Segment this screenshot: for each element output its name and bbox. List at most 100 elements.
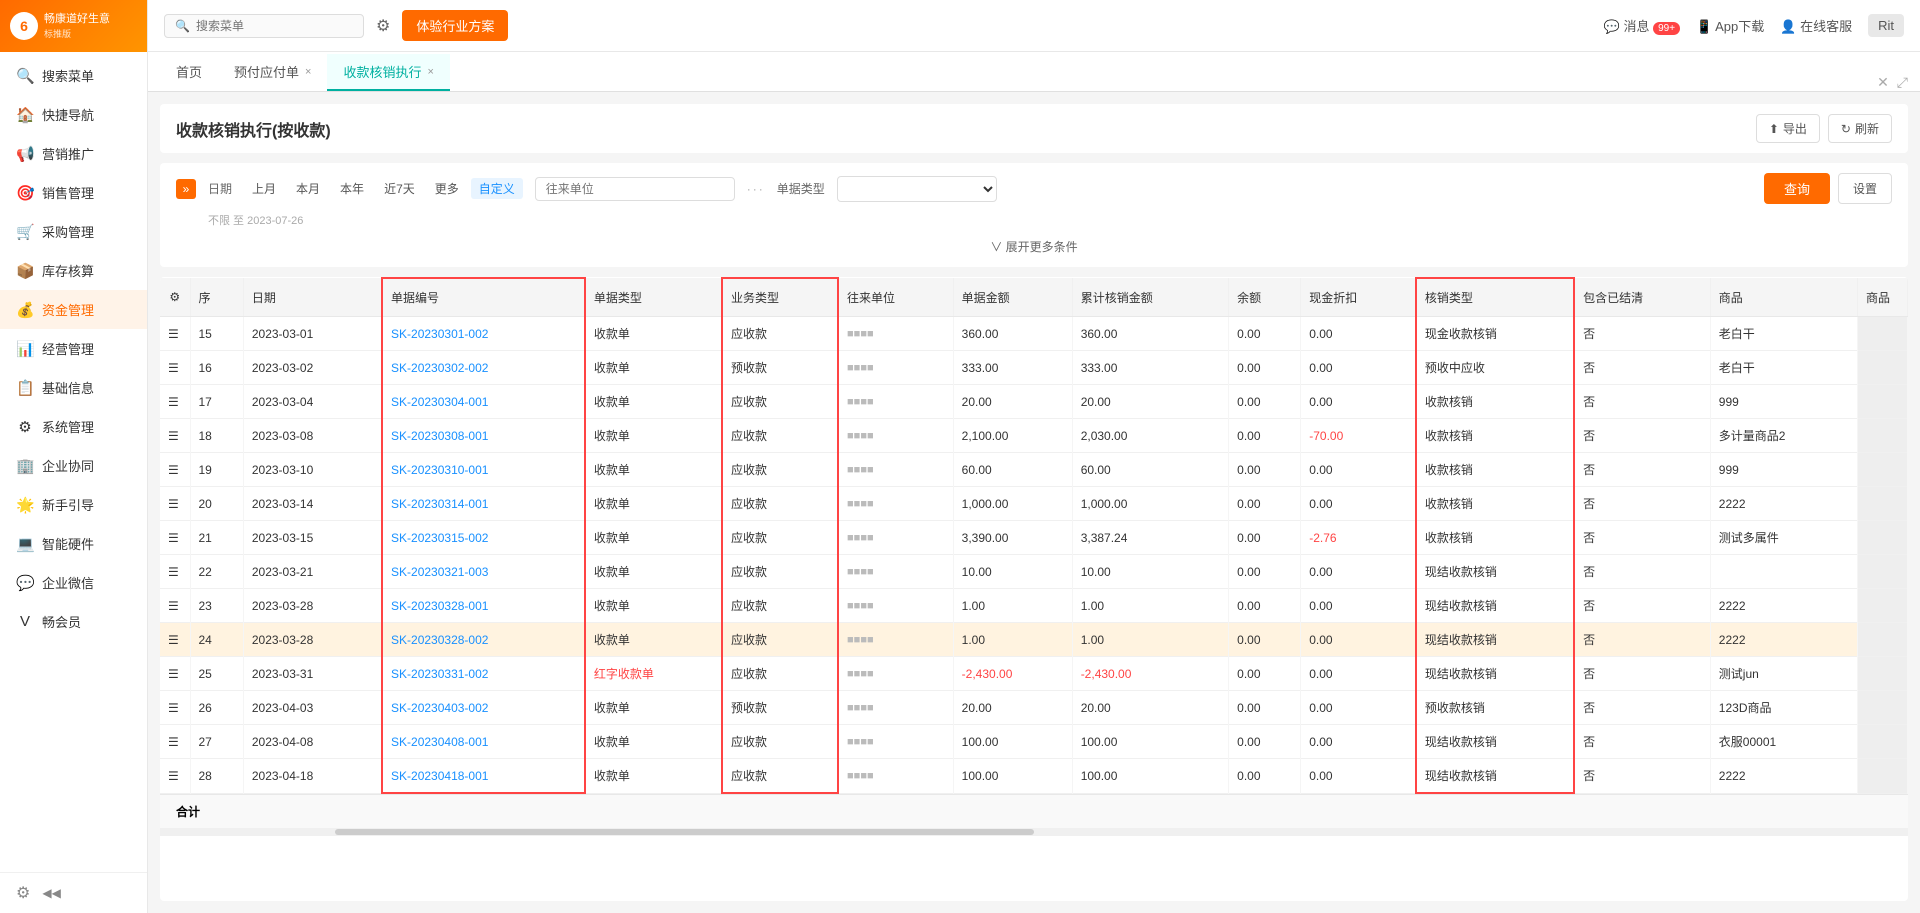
sidebar-item-quick[interactable]: 🏠快捷导航 bbox=[0, 95, 147, 134]
cell-discount: 0.00 bbox=[1301, 691, 1416, 725]
danhao-link[interactable]: SK-20230403-002 bbox=[391, 701, 488, 715]
sidebar-item-enterprise[interactable]: 🏢企业协同 bbox=[0, 446, 147, 485]
filter-settings-button[interactable]: 设置 bbox=[1838, 173, 1892, 204]
danhao-link[interactable]: SK-20230308-001 bbox=[391, 429, 488, 443]
cell-settings[interactable]: ☰ bbox=[160, 385, 190, 419]
cell-settings[interactable]: ☰ bbox=[160, 725, 190, 759]
cell-goods: 老白干 bbox=[1710, 351, 1857, 385]
cell-danjuleixing: 收款单 bbox=[585, 521, 722, 555]
tab-receipt-close[interactable]: × bbox=[427, 66, 433, 78]
cell-danhao: SK-20230301-002 bbox=[382, 317, 585, 351]
industry-solution-button[interactable]: 体验行业方案 bbox=[402, 10, 508, 41]
sidebar-item-search[interactable]: 🔍搜索菜单 bbox=[0, 56, 147, 95]
sidebar-item-guide[interactable]: 🌟新手引导 bbox=[0, 485, 147, 524]
cell-index: 23 bbox=[190, 589, 243, 623]
danhao-link[interactable]: SK-20230310-001 bbox=[391, 463, 488, 477]
col-header-cumulative: 累计核销金额 bbox=[1072, 278, 1228, 317]
cell-danhao: SK-20230308-001 bbox=[382, 419, 585, 453]
export-button[interactable]: ⬆ 导出 bbox=[1756, 114, 1820, 143]
table-row: ☰ 18 2023-03-08 SK-20230308-001 收款单 应收款 … bbox=[160, 419, 1908, 453]
topbar-gear-icon[interactable]: ⚙ bbox=[376, 16, 390, 36]
messages-icon[interactable]: 💬 消息 99+ bbox=[1604, 16, 1680, 35]
sidebar-collapse-icon[interactable]: ◀◀ bbox=[42, 886, 60, 900]
tab-prepay-close[interactable]: × bbox=[305, 66, 311, 78]
danhao-link[interactable]: SK-20230418-001 bbox=[391, 769, 488, 783]
danhao-link[interactable]: SK-20230314-001 bbox=[391, 497, 488, 511]
sidebar-item-inventory[interactable]: 📦库存核算 bbox=[0, 251, 147, 290]
cell-settings[interactable]: ☰ bbox=[160, 419, 190, 453]
cell-hexiao-type: 现结收款核销 bbox=[1416, 589, 1574, 623]
danhao-link[interactable]: SK-20230331-002 bbox=[391, 667, 488, 681]
cell-settings[interactable]: ☰ bbox=[160, 351, 190, 385]
cell-settings[interactable]: ☰ bbox=[160, 487, 190, 521]
topbar-search-input[interactable] bbox=[196, 19, 336, 33]
sidebar-item-sales[interactable]: 🎯销售管理 bbox=[0, 173, 147, 212]
sidebar-item-basic[interactable]: 📋基础信息 bbox=[0, 368, 147, 407]
filter-date-this-month[interactable]: 本月 bbox=[288, 178, 328, 199]
cell-settings[interactable]: ☰ bbox=[160, 521, 190, 555]
danhao-link[interactable]: SK-20230328-001 bbox=[391, 599, 488, 613]
filter-date-this-year[interactable]: 本年 bbox=[332, 178, 372, 199]
cell-settings[interactable]: ☰ bbox=[160, 759, 190, 794]
horizontal-scrollbar[interactable] bbox=[160, 828, 1908, 836]
table-row: ☰ 25 2023-03-31 SK-20230331-002 红字收款单 应收… bbox=[160, 657, 1908, 691]
cell-index: 28 bbox=[190, 759, 243, 794]
cell-index: 24 bbox=[190, 623, 243, 657]
filter-expand-more[interactable]: ∨ 展开更多条件 bbox=[176, 236, 1892, 257]
sidebar-item-operation[interactable]: 📊经营管理 bbox=[0, 329, 147, 368]
col-header-settings[interactable]: ⚙ bbox=[160, 278, 190, 317]
nav-icon-guide: 🌟 bbox=[16, 496, 34, 514]
danhao-link[interactable]: SK-20230328-002 bbox=[391, 633, 488, 647]
topbar-search-box[interactable]: 🔍 bbox=[164, 14, 364, 38]
filter-date-last-month[interactable]: 上月 bbox=[244, 178, 284, 199]
refresh-button[interactable]: ↻ 刷新 bbox=[1828, 114, 1892, 143]
filter-receipt-type-select[interactable] bbox=[837, 176, 997, 202]
filter-unit-input[interactable] bbox=[535, 177, 735, 201]
tab-close-all-icon[interactable]: ✕ bbox=[1877, 74, 1889, 91]
sidebar-item-hardware[interactable]: 💻智能硬件 bbox=[0, 524, 147, 563]
sidebar-item-finance[interactable]: 💰资金管理 bbox=[0, 290, 147, 329]
cell-date: 2023-03-14 bbox=[243, 487, 382, 521]
sidebar-item-marketing[interactable]: 📢营销推广 bbox=[0, 134, 147, 173]
sidebar-settings-icon[interactable]: ⚙ bbox=[16, 883, 30, 903]
cell-settings[interactable]: ☰ bbox=[160, 453, 190, 487]
col-header-date: 日期 bbox=[243, 278, 382, 317]
danhao-link[interactable]: SK-20230321-003 bbox=[391, 565, 488, 579]
cell-hexiao-type: 收款核销 bbox=[1416, 521, 1574, 555]
tab-maximize-icon[interactable]: ⤢ bbox=[1897, 74, 1908, 91]
cell-index: 26 bbox=[190, 691, 243, 725]
danhao-link[interactable]: SK-20230301-002 bbox=[391, 327, 488, 341]
filter-date-range-text: 不限 至 2023-07-26 bbox=[208, 212, 303, 228]
scrollbar-thumb[interactable] bbox=[335, 829, 1034, 835]
user-avatar[interactable]: Rit bbox=[1868, 14, 1904, 37]
tab-receipt[interactable]: 收款核销执行 × bbox=[327, 54, 449, 91]
filter-date-more[interactable]: 更多 bbox=[427, 178, 467, 199]
cell-date: 2023-04-18 bbox=[243, 759, 382, 794]
cell-settings[interactable]: ☰ bbox=[160, 317, 190, 351]
cell-settings[interactable]: ☰ bbox=[160, 691, 190, 725]
filter-date-custom[interactable]: 自定义 bbox=[471, 178, 523, 199]
cell-goods: 衣服00001 bbox=[1710, 725, 1857, 759]
tab-home[interactable]: 首页 bbox=[160, 54, 218, 91]
sidebar-item-purchase[interactable]: 🛒采购管理 bbox=[0, 212, 147, 251]
filter-expand-button[interactable]: » bbox=[176, 179, 196, 199]
query-button[interactable]: 查询 bbox=[1764, 173, 1830, 204]
danhao-link[interactable]: SK-20230302-002 bbox=[391, 361, 488, 375]
cell-settings[interactable]: ☰ bbox=[160, 657, 190, 691]
sidebar-item-member[interactable]: V畅会员 bbox=[0, 602, 147, 641]
danhao-link[interactable]: SK-20230315-002 bbox=[391, 531, 488, 545]
content-area: 收款核销执行(按收款) ⬆ 导出 ↻ 刷新 » 日期 上月 本月 bbox=[148, 92, 1920, 913]
table-scroll[interactable]: ⚙ 序 日期 单据编号 单据类型 业务类型 往来单位 单据金额 累计核销金额 余… bbox=[160, 277, 1908, 901]
online-service-link[interactable]: 👤 在线客服 bbox=[1780, 16, 1852, 35]
sidebar-item-wechat[interactable]: 💬企业微信 bbox=[0, 563, 147, 602]
cell-settings[interactable]: ☰ bbox=[160, 589, 190, 623]
cell-settings[interactable]: ☰ bbox=[160, 623, 190, 657]
danhao-link[interactable]: SK-20230408-001 bbox=[391, 735, 488, 749]
sidebar-item-system[interactable]: ⚙系统管理 bbox=[0, 407, 147, 446]
tab-prepay[interactable]: 预付应付单 × bbox=[218, 54, 327, 91]
danhao-link[interactable]: SK-20230304-001 bbox=[391, 395, 488, 409]
cell-settings[interactable]: ☰ bbox=[160, 555, 190, 589]
app-download-link[interactable]: 📱 App下载 bbox=[1696, 16, 1764, 35]
cell-date: 2023-03-08 bbox=[243, 419, 382, 453]
filter-date-7days[interactable]: 近7天 bbox=[376, 178, 423, 199]
